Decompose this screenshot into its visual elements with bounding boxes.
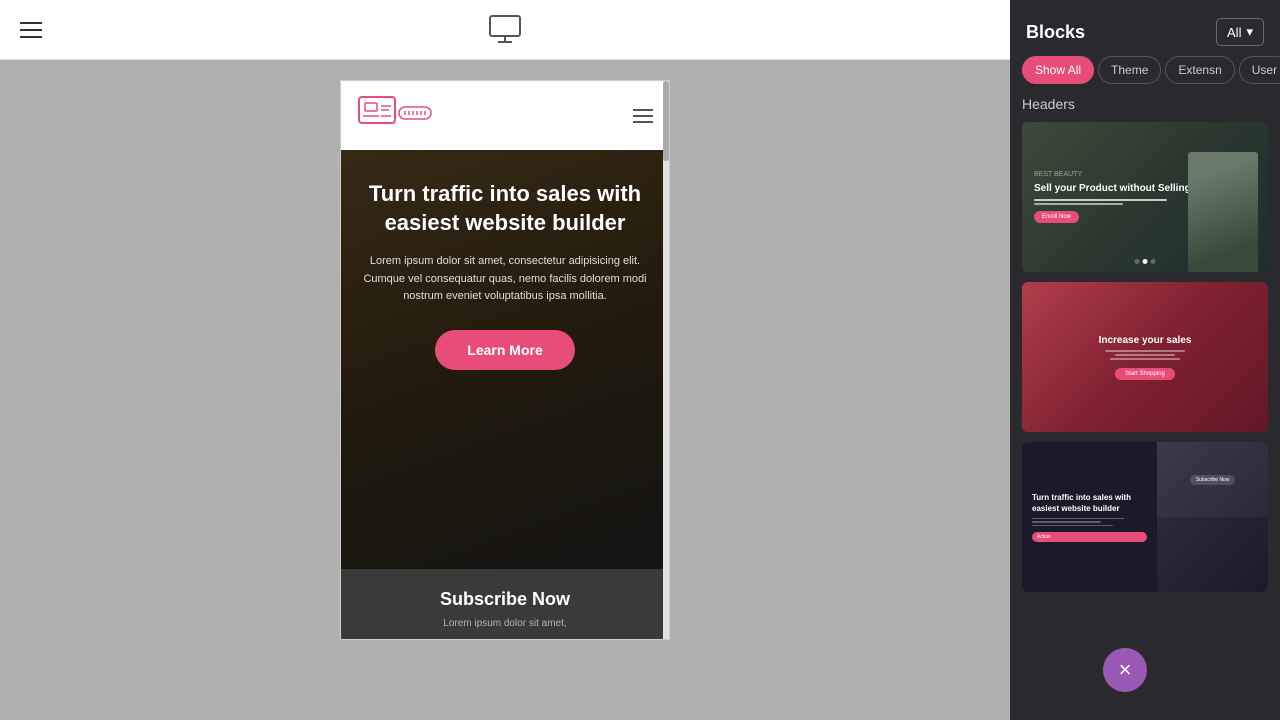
sidebar-content: Headers BEST BEAUTY Sell your Product wi… (1010, 96, 1280, 660)
hero-description: Lorem ipsum dolor sit amet, consectetur … (361, 253, 649, 306)
close-fab-button[interactable]: × (1103, 648, 1147, 692)
header-block-1[interactable]: BEST BEAUTY Sell your Product without Se… (1022, 122, 1268, 272)
p3-subscribe-pill: Subscribe Now (1190, 475, 1236, 485)
filter-tabs-container: Show All Theme Extensn User (1010, 56, 1280, 96)
sidebar: Blocks All ▾ Show All Theme Extensn User… (1010, 0, 1280, 720)
mobile-menu-lines[interactable] (633, 109, 653, 123)
scrollbar-thumb (663, 81, 669, 161)
mobile-preview-frame: Turn traffic into sales with easiest web… (340, 80, 670, 640)
close-icon: × (1119, 657, 1132, 683)
hero-title: Turn traffic into sales with easiest web… (361, 180, 649, 237)
sidebar-title: Blocks (1026, 22, 1085, 43)
toolbar (0, 0, 1010, 60)
subscribe-title: Subscribe Now (361, 589, 649, 610)
canvas-area: Turn traffic into sales with easiest web… (0, 60, 1010, 720)
frame-subscribe-section: Subscribe Now Lorem ipsum dolor sit amet… (341, 569, 669, 639)
p1-label: BEST BEAUTY (1034, 171, 1082, 178)
p2-title: Increase your sales (1099, 335, 1192, 346)
filter-tab-show-all[interactable]: Show All (1022, 56, 1094, 84)
header-block-3[interactable]: Turn traffic into sales with easiest web… (1022, 442, 1268, 592)
filter-tab-extensn[interactable]: Extensn (1165, 56, 1234, 84)
monitor-icon (487, 12, 523, 48)
filter-tab-theme[interactable]: Theme (1098, 56, 1161, 84)
dropdown-chevron-icon: ▾ (1246, 24, 1253, 40)
all-dropdown-button[interactable]: All ▾ (1216, 18, 1264, 46)
frame-hero-section: Turn traffic into sales with easiest web… (341, 150, 669, 569)
frame-header (341, 81, 669, 150)
headers-section-title: Headers (1022, 96, 1268, 112)
all-dropdown-label: All (1227, 25, 1241, 40)
subscribe-desc: Lorem ipsum dolor sit amet, (361, 618, 649, 629)
scrollbar[interactable] (663, 81, 669, 639)
logo-icon (357, 93, 437, 138)
p3-btn: Action (1032, 532, 1147, 542)
main-canvas-area: Turn traffic into sales with easiest web… (0, 0, 1010, 720)
p2-btn: Start Shopping (1115, 368, 1175, 380)
p1-btn: Enroll Now (1034, 211, 1079, 223)
sidebar-header: Blocks All ▾ (1010, 0, 1280, 56)
filter-tab-user[interactable]: User (1239, 56, 1280, 84)
learn-more-button[interactable]: Learn More (435, 330, 574, 370)
hamburger-menu[interactable] (20, 22, 42, 38)
p3-title: Turn traffic into sales with easiest web… (1032, 492, 1147, 514)
header-block-2[interactable]: Increase your sales Start Shopping (1022, 282, 1268, 432)
